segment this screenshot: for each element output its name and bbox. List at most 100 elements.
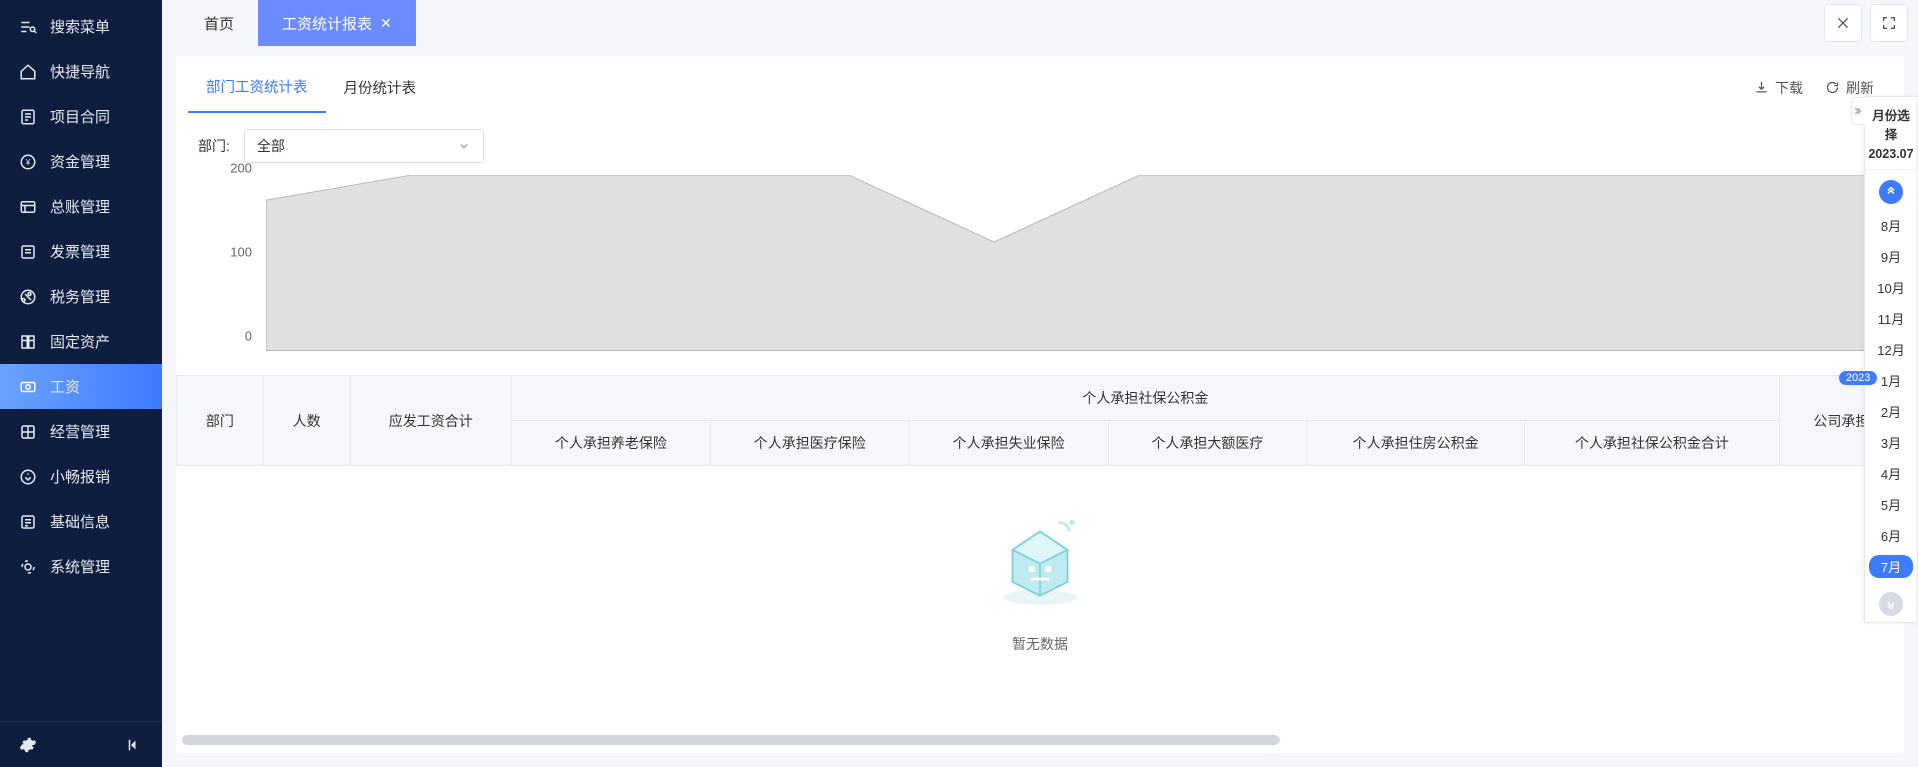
dept-select[interactable]: 全部 [244,129,484,163]
empty-state: 暂无数据 [176,466,1904,700]
sidebar-item-fund-mgmt[interactable]: ¥ 资金管理 [0,139,162,184]
salary-table: 部门 人数 应发工资合计 个人承担社保公积金 公司承担 个人承担养老保险 个人承… [176,375,1904,466]
refresh-label: 刷新 [1846,78,1874,98]
empty-illustration-icon [985,504,1095,614]
month-item[interactable]: 8月 [1875,214,1907,237]
chart-plot [266,175,1868,351]
collapse-month-panel-button[interactable] [1851,97,1865,125]
tab-home[interactable]: 首页 [180,0,258,46]
sidebar-item-label: 系统管理 [50,556,110,577]
fullscreen-button[interactable] [1870,4,1908,42]
tab-label: 工资统计报表 [282,13,372,34]
dept-select-value: 全部 [257,136,285,156]
chart-baseline [266,350,1868,351]
sidebar-item-tax-mgmt[interactable]: 税务管理 [0,274,162,319]
month-item[interactable]: 4月 [1875,462,1907,485]
month-item[interactable]: 1月2023 [1875,369,1907,392]
sidebar-item-label: 工资 [50,376,80,397]
page-tabs-bar: 首页 工资统计报表 ✕ [162,0,1918,46]
sidebar-item-salary[interactable]: 工资 [0,364,162,409]
month-item[interactable]: 12月 [1871,338,1910,361]
basic-info-icon [18,512,38,532]
dept-filter-label: 部门: [198,136,230,156]
inner-tab-label: 部门工资统计表 [206,80,308,96]
content-wrap: 部门工资统计表 月份统计表 下载 刷新 [162,46,1918,767]
invoice-icon [18,242,38,262]
tab-label: 首页 [204,13,234,34]
report-card: 部门工资统计表 月份统计表 下载 刷新 [176,56,1904,753]
salary-icon [18,377,38,397]
sidebar-item-basic-info[interactable]: 基础信息 [0,499,162,544]
search-list-icon [18,17,38,37]
home-icon [18,62,38,82]
close-all-tabs-button[interactable] [1824,4,1862,42]
sidebar-item-label: 总账管理 [50,196,110,217]
month-scroll-up-button[interactable] [1879,180,1903,204]
filter-row: 部门: 全部 [176,113,1904,169]
contract-icon [18,107,38,127]
month-item[interactable]: 2月 [1875,400,1907,423]
col-header-count: 人数 [263,376,350,466]
sidebar-item-label: 资金管理 [50,151,110,172]
download-icon [1754,80,1769,95]
col-header-sub: 个人承担养老保险 [511,421,710,466]
gear-icon[interactable] [18,735,38,755]
sidebar-item-business-mgmt[interactable]: 经营管理 [0,409,162,454]
month-scroll-down-button[interactable] [1879,592,1903,616]
tax-icon [18,287,38,307]
col-header-sub: 个人承担住房公积金 [1307,421,1525,466]
sidebar-item-label: 固定资产 [50,331,110,352]
col-header-sub: 个人承担社保公积金合计 [1524,421,1779,466]
tabs-actions [1822,0,1910,46]
month-item[interactable]: 3月 [1875,431,1907,454]
col-header-sub: 个人承担大额医疗 [1108,421,1307,466]
y-tick-label: 200 [230,161,252,176]
svg-text:¥: ¥ [25,158,31,167]
col-header-gross: 应发工资合计 [350,376,511,466]
month-item[interactable]: 5月 [1875,493,1907,516]
sidebar-item-project-contract[interactable]: 项目合同 [0,94,162,139]
tab-month-report[interactable]: 月份统计表 [326,63,435,112]
month-list: 8月 9月 10月 11月 12月 1月2023 2月 3月 4月 5月 6月 7月 [1865,210,1917,582]
inner-tabs: 部门工资统计表 月份统计表 下载 刷新 [176,56,1904,113]
main: 首页 工资统计报表 ✕ 部门工资统计表 [162,0,1918,767]
sidebar-item-label: 税务管理 [50,286,110,307]
sidebar-item-search-menu[interactable]: 搜索菜单 [0,4,162,49]
month-item[interactable]: 6月 [1875,524,1907,547]
table-wrap: 部门 人数 应发工资合计 个人承担社保公积金 公司承担 个人承担养老保险 个人承… [176,375,1904,735]
sidebar-item-label: 经营管理 [50,421,110,442]
sidebar-item-fixed-assets[interactable]: 固定资产 [0,319,162,364]
sidebar-item-quick-nav[interactable]: 快捷导航 [0,49,162,94]
sidebar-item-label: 发票管理 [50,241,110,262]
download-button[interactable]: 下载 [1754,78,1803,98]
month-picker-current: 2023.07 [1865,147,1917,170]
chart-y-axis: 200 100 0 [198,175,258,351]
tab-dept-salary-report[interactable]: 部门工资统计表 [188,62,326,113]
sidebar-item-system-mgmt[interactable]: 系统管理 [0,544,162,589]
year-badge: 2023 [1839,371,1877,385]
month-picker-panel: 月份选择 2023.07 8月 9月 10月 11月 12月 1月2023 2月 3月 4月 5月… [1864,96,1918,623]
empty-state-text: 暂无数据 [1012,634,1068,654]
sidebar-item-label: 项目合同 [50,106,110,127]
y-tick-label: 0 [245,329,252,344]
horizontal-scrollbar[interactable] [182,735,1898,745]
sidebar-item-invoice-mgmt[interactable]: 发票管理 [0,229,162,274]
col-header-dept: 部门 [177,376,264,466]
tab-salary-report[interactable]: 工资统计报表 ✕ [258,0,416,46]
money-icon: ¥ [18,152,38,172]
asset-icon [18,332,38,352]
collapse-sidebar-icon[interactable] [124,735,144,755]
month-item[interactable]: 10月 [1871,276,1910,299]
sidebar-item-general-ledger[interactable]: 总账管理 [0,184,162,229]
ledger-icon [18,197,38,217]
sidebar-item-reimburse[interactable]: 小畅报销 [0,454,162,499]
scrollbar-thumb[interactable] [182,735,1280,745]
close-icon[interactable]: ✕ [380,16,392,30]
month-item[interactable]: 11月 [1872,307,1911,330]
chevron-down-icon [457,139,471,153]
month-item[interactable]: 9月 [1875,245,1907,268]
month-item[interactable]: 7月 [1869,555,1913,578]
refresh-button[interactable]: 刷新 [1825,78,1874,98]
salary-chart: 200 100 0 [198,175,1882,365]
month-picker-title: 月份选择 [1865,97,1917,147]
